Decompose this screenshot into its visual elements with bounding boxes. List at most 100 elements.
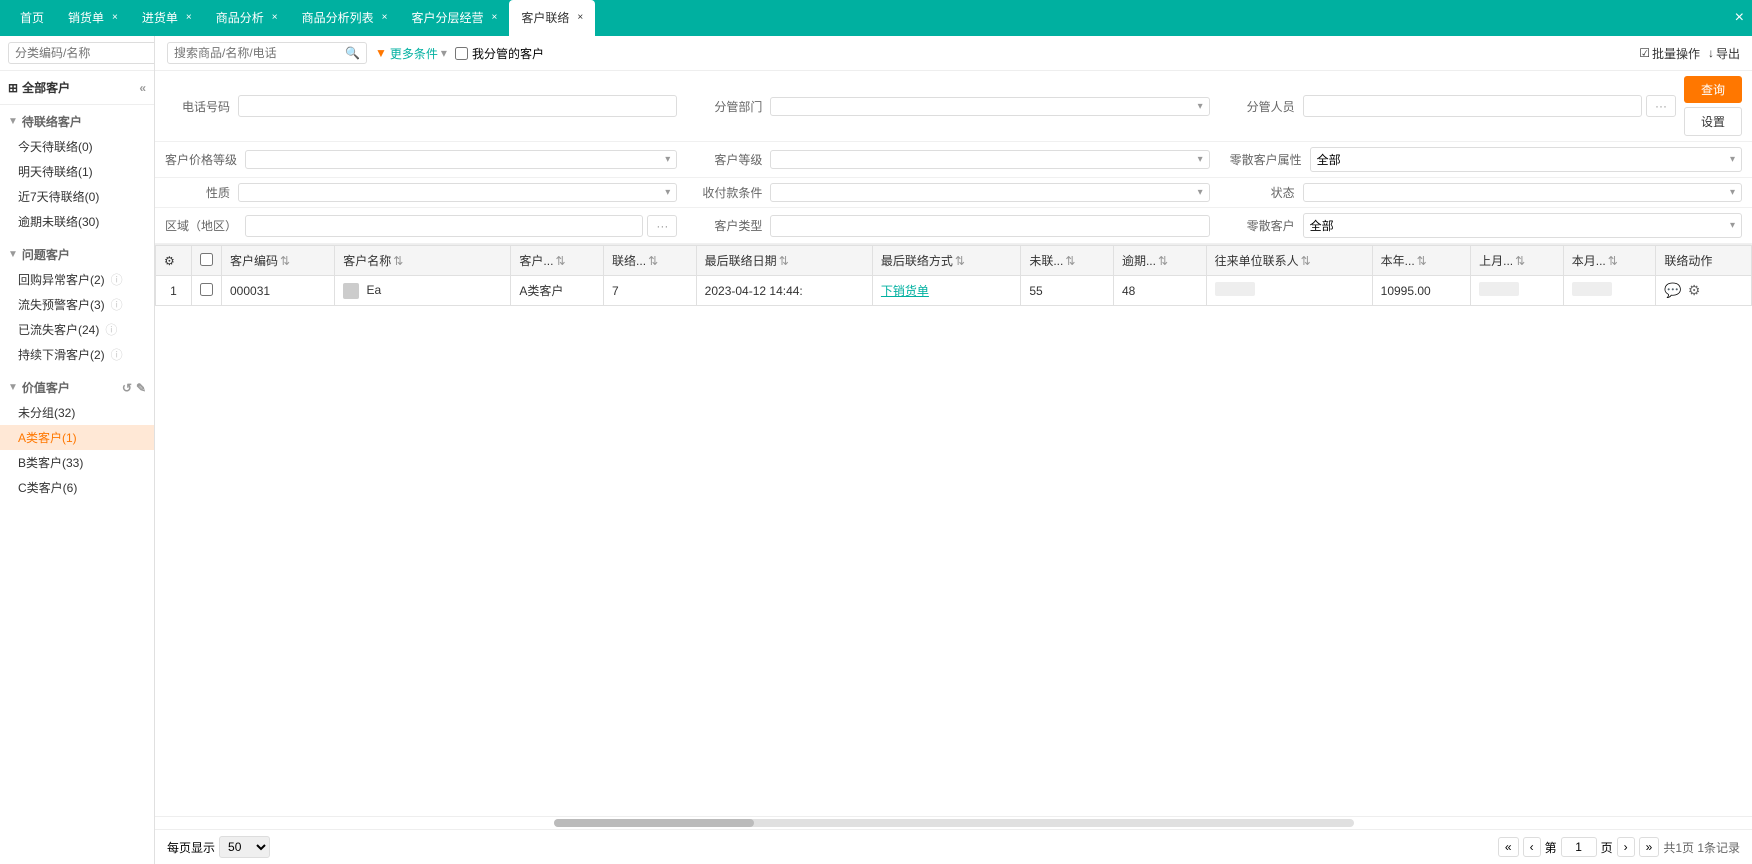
nav-close-product-analysis-list[interactable]: × (382, 0, 388, 36)
my-customer-checkbox[interactable] (455, 47, 468, 60)
nav-home[interactable]: 首页 (8, 0, 56, 36)
sidebar-value-title[interactable]: ▼ 价值客户 ↺ ✎ (0, 375, 154, 400)
phone-input[interactable] (238, 95, 677, 117)
th-year-amount[interactable]: 本年... ⇅ (1372, 246, 1470, 276)
settings-action-icon[interactable]: ⚙ (1688, 282, 1701, 299)
status-chevron: ▾ (1730, 187, 1735, 198)
search-bar: 🔍 ▼ 更多条件 ▾ 我分管的客户 ☑ 批量操作 ↓ 导出 (155, 36, 1752, 71)
manager-input[interactable] (1303, 95, 1642, 117)
th-last-month[interactable]: 上月... ⇅ (1471, 246, 1564, 276)
nav-customer-tier[interactable]: 客户分层经营 × (399, 0, 509, 36)
page-size-wrap: 每页显示 50 10 20 100 (167, 836, 270, 858)
search-icon[interactable]: 🔍 (345, 46, 360, 60)
th-name[interactable]: 客户名称 ⇅ (335, 246, 511, 276)
th-uncontacted[interactable]: 未联... ⇅ (1021, 246, 1114, 276)
sidebar-pending-title[interactable]: ▼ 待联络客户 (0, 109, 154, 134)
sidebar-item-unclassified[interactable]: 未分组(32) (0, 400, 154, 425)
nav-close-customer-contact[interactable]: × (577, 0, 583, 36)
my-customer-checkbox-wrap[interactable]: 我分管的客户 (455, 45, 544, 62)
nav-close-all[interactable]: × (1735, 9, 1744, 27)
scatter-customer-chevron: ▾ (1730, 220, 1735, 231)
search-input[interactable] (174, 46, 345, 60)
sidebar-item-tomorrow-contact[interactable]: 明天待联络(1) (0, 159, 154, 184)
th-this-month[interactable]: 本月... ⇅ (1563, 246, 1656, 276)
query-button[interactable]: 查询 (1684, 76, 1742, 103)
nav-close-product-analysis[interactable]: × (272, 0, 278, 36)
status-select[interactable]: ▾ (1303, 183, 1742, 202)
first-page-btn[interactable]: « (1498, 837, 1519, 857)
nav-product-analysis[interactable]: 商品分析 × (204, 0, 290, 36)
th-contact-person[interactable]: 往来单位联系人 ⇅ (1206, 246, 1372, 276)
th-contact-count[interactable]: 联络... ⇅ (604, 246, 697, 276)
filter-more-btn[interactable]: ▼ 更多条件 ▾ (375, 45, 447, 62)
sort-icon-uncontacted: ⇅ (1065, 254, 1075, 268)
nav-close-sales-order[interactable]: × (112, 0, 118, 36)
sidebar-item-overdue-contact[interactable]: 逾期未联络(30) (0, 209, 154, 234)
th-last-date[interactable]: 最后联络日期 ⇅ (696, 246, 872, 276)
sidebar-item-today-contact[interactable]: 今天待联络(0) (0, 134, 154, 159)
sidebar-item-repurchase-abnormal[interactable]: 回购异常客户(2) ⓘ (0, 267, 154, 292)
payment-select[interactable]: ▾ (770, 183, 1209, 202)
sidebar-item-7day-contact[interactable]: 近7天待联络(0) (0, 184, 154, 209)
sidebar-item-declining[interactable]: 持续下滑客户(2) ⓘ (0, 342, 154, 367)
sidebar-collapse-btn[interactable]: « (139, 81, 146, 95)
filter-payment: 收付款条件 ▾ (687, 178, 1219, 208)
th-last-method[interactable]: 最后联络方式 ⇅ (872, 246, 1020, 276)
sidebar-item-c-class[interactable]: C类客户(6) (0, 475, 154, 500)
nav-close-purchase-order[interactable]: × (186, 0, 192, 36)
sidebar-pending-section: ▼ 待联络客户 今天待联络(0) 明天待联络(1) 近7天待联络(0) 逾期未联… (0, 105, 154, 238)
scrollbar-thumb[interactable] (554, 819, 754, 827)
next-page-btn[interactable]: › (1617, 837, 1635, 857)
scatter-attr-select[interactable]: 全部 ▾ (1310, 147, 1742, 172)
nav-product-analysis-list[interactable]: 商品分析列表 × (290, 0, 400, 36)
grid-icon: ⊞ (8, 81, 18, 95)
sidebar-item-b-class[interactable]: B类客户(33) (0, 450, 154, 475)
th-level[interactable]: 客户... ⇅ (511, 246, 604, 276)
sidebar-problem-title[interactable]: ▼ 问题客户 (0, 242, 154, 267)
page-size-select[interactable]: 50 10 20 100 (219, 836, 270, 858)
sidebar-item-a-class[interactable]: A类客户(1) (0, 425, 154, 450)
horizontal-scrollbar[interactable] (155, 816, 1752, 829)
nav-purchase-order[interactable]: 进货单 × (130, 0, 204, 36)
nature-chevron: ▾ (665, 187, 670, 198)
batch-op-btn[interactable]: ☑ 批量操作 (1639, 45, 1700, 62)
batch-op-icon: ☑ (1639, 46, 1650, 60)
sidebar-search-input[interactable] (8, 42, 155, 64)
last-page-btn[interactable]: » (1639, 837, 1660, 857)
th-overdue[interactable]: 逾期... ⇅ (1113, 246, 1206, 276)
sidebar-value-section: ▼ 价值客户 ↺ ✎ 未分组(32) A类客户(1) B类客户(33) C类客户… (0, 371, 154, 504)
region-dots-btn[interactable]: ··· (647, 215, 677, 237)
th-code[interactable]: 客户编码 ⇅ (222, 246, 335, 276)
setting-button[interactable]: 设置 (1684, 107, 1742, 136)
sidebar-item-churned[interactable]: 已流失客户(24) ⓘ (0, 317, 154, 342)
refresh-icon[interactable]: ↺ (122, 381, 132, 395)
edit-icon[interactable]: ✎ (136, 381, 146, 395)
last-method-link[interactable]: 下销货单 (881, 284, 929, 298)
settings-icon[interactable]: ⚙ (164, 254, 175, 268)
select-all-checkbox[interactable] (200, 253, 213, 266)
filter-icon: ▼ (375, 46, 387, 60)
nav-close-customer-tier[interactable]: × (491, 0, 497, 36)
td-contact-person (1206, 276, 1372, 306)
manager-dots-btn[interactable]: ··· (1646, 95, 1676, 117)
region-input[interactable] (245, 215, 643, 237)
td-overdue: 48 (1113, 276, 1206, 306)
sidebar-item-churn-warning[interactable]: 流失预警客户(3) ⓘ (0, 292, 154, 317)
prev-page-btn[interactable]: ‹ (1523, 837, 1541, 857)
th-settings: ⚙ (156, 246, 192, 276)
department-select[interactable]: ▾ (770, 97, 1209, 116)
top-nav: 首页 销货单 × 进货单 × 商品分析 × 商品分析列表 × 客户分层经营 × … (0, 0, 1752, 36)
price-level-select[interactable]: ▾ (245, 150, 677, 169)
chat-action-icon[interactable]: 💬 (1664, 282, 1681, 299)
filter-manager: 分管人员 ··· 查询 设置 (1220, 71, 1752, 142)
row-checkbox[interactable] (200, 283, 213, 296)
sidebar-all-customers[interactable]: ⊞ 全部客户 (8, 79, 70, 96)
customer-level-select[interactable]: ▾ (770, 150, 1209, 169)
nav-customer-contact[interactable]: 客户联络 × (509, 0, 595, 36)
customer-type-input[interactable] (770, 215, 1209, 237)
nav-sales-order[interactable]: 销货单 × (56, 0, 130, 36)
nature-select[interactable]: ▾ (238, 183, 677, 202)
export-btn[interactable]: ↓ 导出 (1708, 45, 1740, 62)
scatter-customer-select[interactable]: 全部 ▾ (1303, 213, 1742, 238)
page-input[interactable] (1561, 837, 1597, 857)
